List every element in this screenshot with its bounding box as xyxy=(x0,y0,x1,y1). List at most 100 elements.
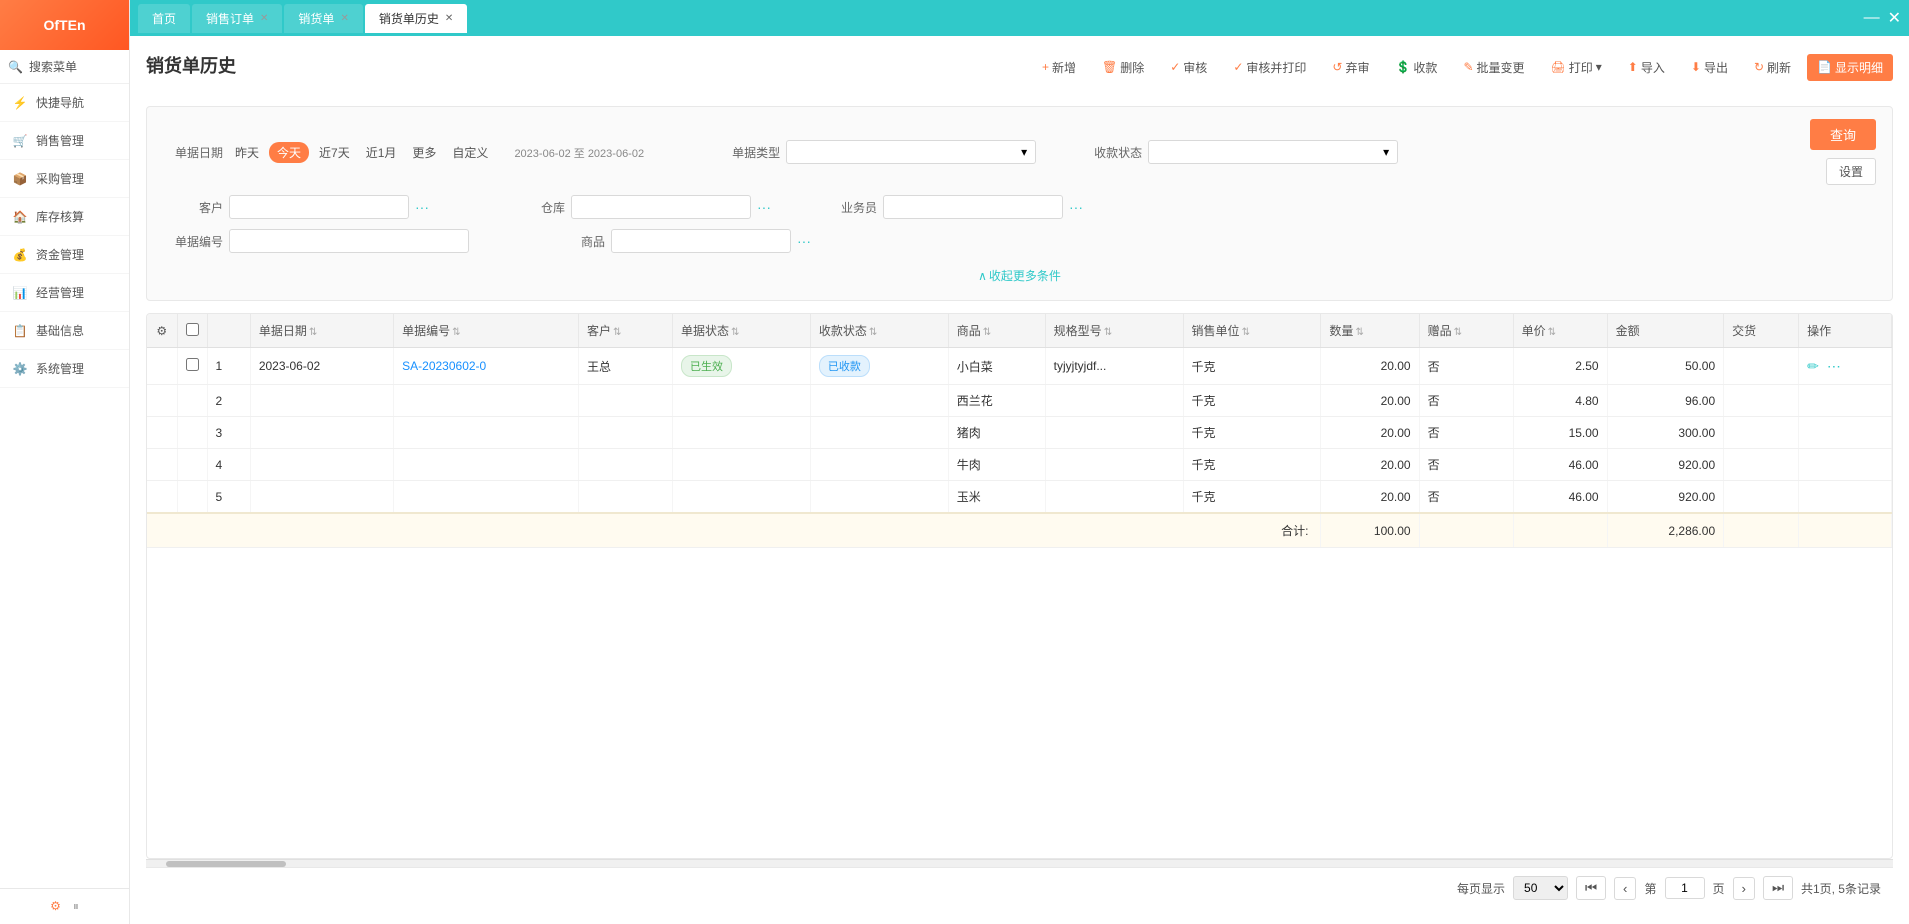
ops-icon: 📊 xyxy=(12,285,28,301)
col-settings[interactable]: ⚙ xyxy=(147,314,177,348)
audit-print-button[interactable]: ✓ 审核并打印 xyxy=(1223,54,1316,81)
more-op-icon[interactable]: ⋯ xyxy=(1827,358,1841,375)
sidebar-nav: ⚡ 快捷导航 🛒 销售管理 📦 采购管理 🏠 库存核算 💰 资金管理 📊 经营管… xyxy=(0,84,129,888)
horizontal-scrollbar[interactable] xyxy=(146,859,1893,867)
refresh-button[interactable]: ↻ 刷新 xyxy=(1744,54,1801,81)
sidebar-item-sales-mgmt[interactable]: 🛒 销售管理 xyxy=(0,122,129,160)
abandon-button[interactable]: ↺ 弃审 xyxy=(1322,54,1379,81)
cell-customer-2 xyxy=(578,417,672,449)
sidebar-item-sys-mgmt[interactable]: ⚙️ 系统管理 xyxy=(0,350,129,388)
date-today[interactable]: 今天 xyxy=(269,142,309,163)
query-button[interactable]: 查询 xyxy=(1810,119,1876,150)
col-product[interactable]: 商品⇅ xyxy=(948,314,1045,348)
col-unit-price[interactable]: 单价⇅ xyxy=(1513,314,1607,348)
cell-qty-3: 20.00 xyxy=(1321,449,1419,481)
doc-no-input[interactable] xyxy=(229,229,469,253)
cell-doc-date-3 xyxy=(250,449,393,481)
close-sale-history-icon[interactable]: ✕ xyxy=(445,13,453,24)
delete-button[interactable]: 🗑 删除 xyxy=(1092,54,1154,81)
per-page-select[interactable]: 50 100 200 xyxy=(1513,876,1568,900)
cell-checkbox-3[interactable] xyxy=(177,449,207,481)
pause-icon[interactable]: ⏸ xyxy=(73,899,79,914)
customer-input[interactable] xyxy=(229,195,409,219)
settings-button[interactable]: 设置 xyxy=(1826,158,1876,185)
cell-unit-2: 千克 xyxy=(1183,417,1321,449)
cell-transaction-0 xyxy=(1724,348,1799,385)
doc-type-select[interactable]: ▾ xyxy=(786,140,1036,164)
per-page-label: 每页显示 xyxy=(1457,880,1505,897)
current-page-input[interactable] xyxy=(1665,877,1705,899)
select-all-checkbox[interactable] xyxy=(186,323,199,336)
sidebar-item-basic-info[interactable]: 📋 基础信息 xyxy=(0,312,129,350)
customer-ellipsis[interactable]: ··· xyxy=(415,199,429,215)
export-icon: ⬇ xyxy=(1691,60,1701,74)
sidebar-item-purchase-mgmt[interactable]: 📦 采购管理 xyxy=(0,160,129,198)
col-qty[interactable]: 数量⇅ xyxy=(1321,314,1419,348)
col-checkbox[interactable] xyxy=(177,314,207,348)
close-sales-order-icon[interactable]: ✕ xyxy=(260,13,268,24)
salesperson-input[interactable] xyxy=(883,195,1063,219)
col-amount[interactable]: 金额 xyxy=(1607,314,1724,348)
date-more[interactable]: 更多 xyxy=(406,142,442,163)
cell-checkbox-1[interactable] xyxy=(177,385,207,417)
payment-status-select[interactable]: ▾ xyxy=(1148,140,1398,164)
date-1month[interactable]: 近1月 xyxy=(360,142,403,163)
tab-home[interactable]: 首页 xyxy=(138,4,190,33)
date-7days[interactable]: 近7天 xyxy=(313,142,356,163)
sidebar-item-inventory-calc[interactable]: 🏠 库存核算 xyxy=(0,198,129,236)
summary-label: 合计: xyxy=(147,513,1321,548)
close-sale-invoice-icon[interactable]: ✕ xyxy=(340,13,348,24)
cell-doc-no-0[interactable]: SA-20230602-0 xyxy=(394,348,579,385)
show-detail-button[interactable]: 📄 显示明细 xyxy=(1807,54,1893,81)
close-window-icon[interactable]: ✕ xyxy=(1888,8,1901,28)
product-ellipsis[interactable]: ··· xyxy=(797,233,811,249)
col-doc-no[interactable]: 单据编号⇅ xyxy=(394,314,579,348)
sidebar-item-ops-mgmt[interactable]: 📊 经营管理 xyxy=(0,274,129,312)
col-gift[interactable]: 赠品⇅ xyxy=(1419,314,1513,348)
cell-checkbox-2[interactable] xyxy=(177,417,207,449)
import-button[interactable]: ⬆ 导入 xyxy=(1618,54,1675,81)
edit-icon[interactable]: ✏ xyxy=(1807,358,1819,375)
sidebar-item-finance-mgmt[interactable]: 💰 资金管理 xyxy=(0,236,129,274)
settings-icon[interactable]: ⚙ xyxy=(50,899,61,914)
collect-button[interactable]: 💲 收款 xyxy=(1385,54,1447,81)
col-doc-date[interactable]: 单据日期⇅ xyxy=(250,314,393,348)
warehouse-input[interactable] xyxy=(571,195,751,219)
prev-page-button[interactable]: ‹ xyxy=(1614,877,1636,900)
audit-button[interactable]: ✓ 审核 xyxy=(1160,54,1217,81)
cell-checkbox-4[interactable] xyxy=(177,481,207,514)
sidebar-search[interactable]: 🔍 搜索菜单 xyxy=(0,50,129,84)
minimize-icon[interactable]: — xyxy=(1864,9,1880,27)
filter-row-2: 客户 ··· 仓库 ··· 业务员 ··· xyxy=(163,195,1876,219)
add-button[interactable]: + 新增 xyxy=(1032,54,1086,81)
audit-icon: ✓ xyxy=(1170,60,1180,74)
tab-sale-history[interactable]: 销货单历史 ✕ xyxy=(365,4,467,33)
payment-status-badge: 已收款 xyxy=(819,355,870,377)
cell-row-no-3: 4 xyxy=(207,449,250,481)
scrollbar-thumb[interactable] xyxy=(166,861,286,867)
batch-change-button[interactable]: ✎ 批量变更 xyxy=(1453,54,1534,81)
print-button[interactable]: 🖨 打印 ▾ xyxy=(1541,54,1612,81)
cell-checkbox-0[interactable] xyxy=(177,348,207,385)
col-customer[interactable]: 客户⇅ xyxy=(578,314,672,348)
collapse-btn[interactable]: ∧ 收起更多条件 xyxy=(163,263,1876,288)
col-transaction[interactable]: 交货 xyxy=(1724,314,1799,348)
first-page-button[interactable]: ⏮ xyxy=(1576,876,1606,900)
export-button[interactable]: ⬇ 导出 xyxy=(1681,54,1738,81)
last-page-button[interactable]: ⏭ xyxy=(1763,876,1793,900)
product-input[interactable] xyxy=(611,229,791,253)
warehouse-ellipsis[interactable]: ··· xyxy=(757,199,771,215)
tab-sales-order[interactable]: 销售订单 ✕ xyxy=(192,4,282,33)
sort-doc-no-icon: ⇅ xyxy=(452,327,460,338)
date-yesterday[interactable]: 昨天 xyxy=(229,142,265,163)
col-spec[interactable]: 规格型号⇅ xyxy=(1045,314,1183,348)
sidebar-item-quick-nav[interactable]: ⚡ 快捷导航 xyxy=(0,84,129,122)
salesperson-ellipsis[interactable]: ··· xyxy=(1069,199,1083,215)
col-unit[interactable]: 销售单位⇅ xyxy=(1183,314,1321,348)
next-page-button[interactable]: › xyxy=(1733,877,1755,900)
col-payment-status[interactable]: 收款状态⇅ xyxy=(810,314,948,348)
tab-sale-invoice[interactable]: 销货单 ✕ xyxy=(284,4,362,33)
row-checkbox-0[interactable] xyxy=(186,358,199,371)
date-custom[interactable]: 自定义 xyxy=(446,142,494,163)
col-doc-status[interactable]: 单据状态⇅ xyxy=(672,314,810,348)
